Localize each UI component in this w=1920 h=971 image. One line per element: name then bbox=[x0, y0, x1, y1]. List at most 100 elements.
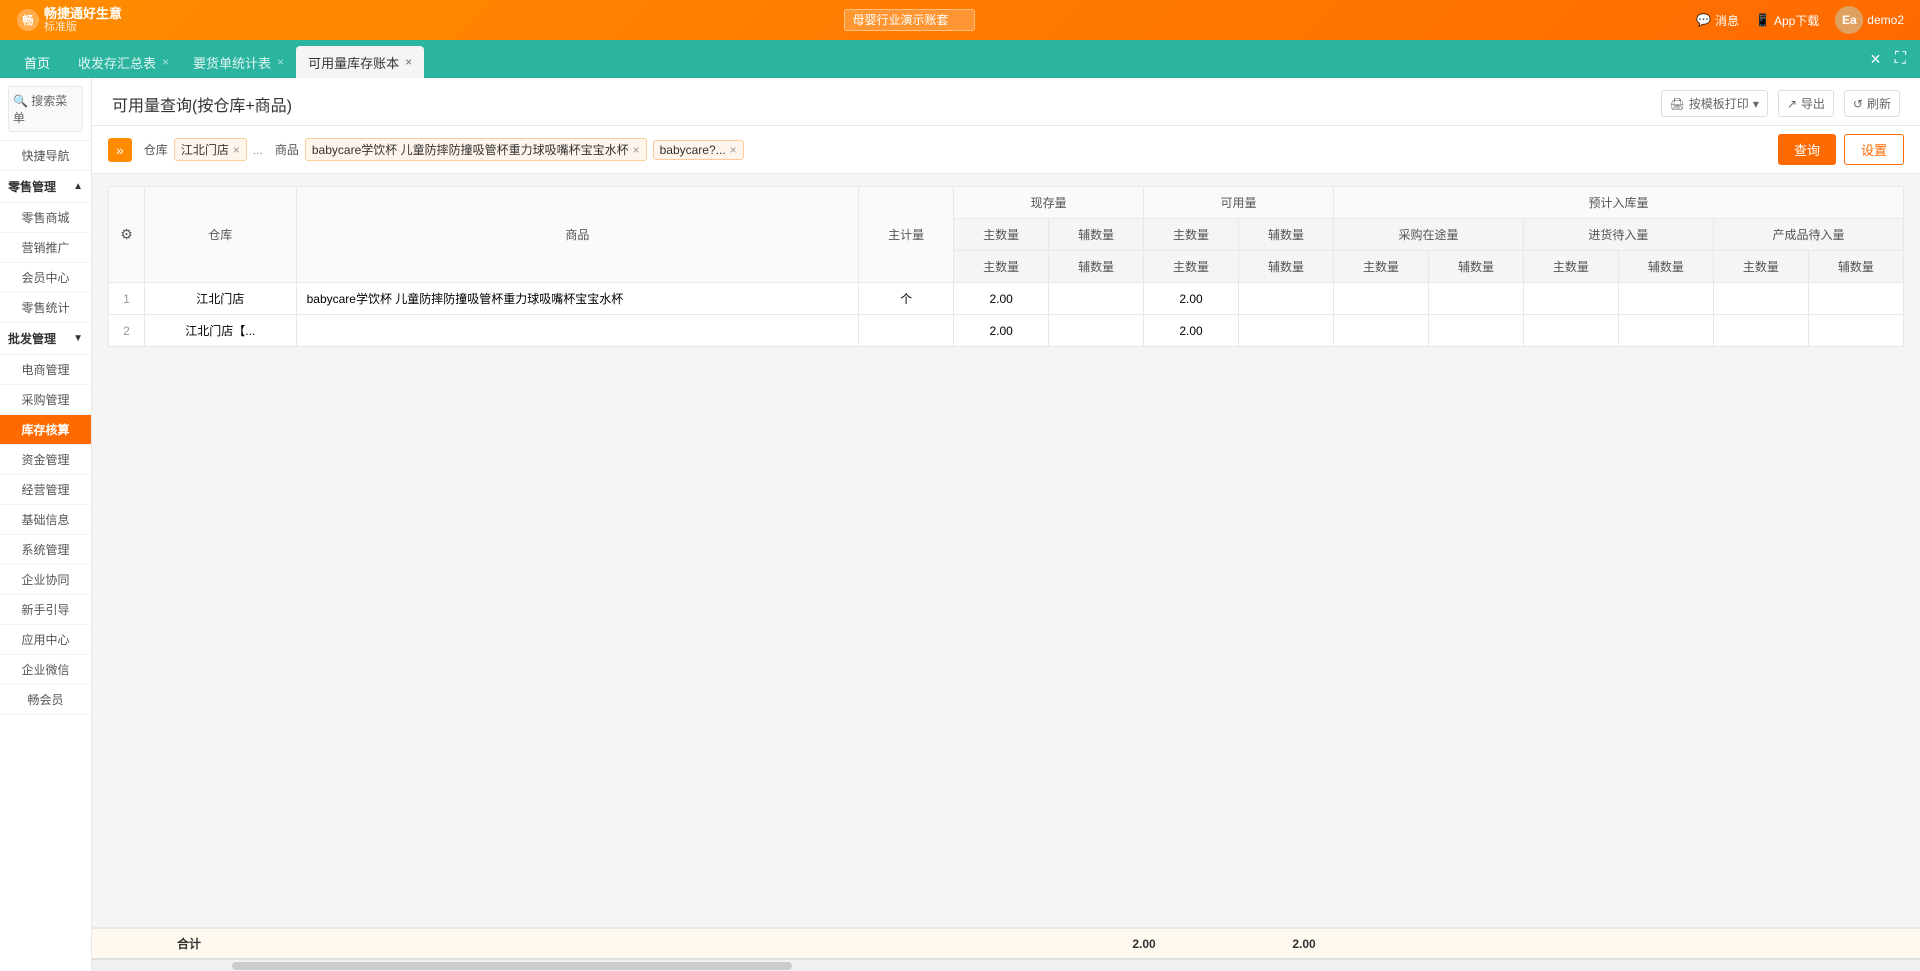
content-area: 可用量查询(按仓库+商品) 🖨 按模板打印 ▾ ↗ 导出 ↺ 刷新 » bbox=[92, 78, 1920, 971]
logo-area: 畅 畅捷通好生意 标准版 bbox=[16, 7, 122, 33]
user-area[interactable]: Ea demo2 bbox=[1835, 6, 1904, 34]
col-goods-header: 商品 bbox=[296, 187, 859, 283]
tab-yaohuo[interactable]: 要货单统计表 × bbox=[181, 46, 296, 78]
col-avail-aux-header: 辅数量 bbox=[1239, 219, 1334, 251]
goods-tag-2[interactable]: babycare?... × bbox=[653, 140, 744, 160]
row-pa-main-1 bbox=[1523, 315, 1618, 347]
goods-tag1-close[interactable]: × bbox=[633, 143, 640, 157]
goods-tag2-close[interactable]: × bbox=[730, 143, 737, 157]
sidebar-item-finance[interactable]: 资金管理 bbox=[0, 445, 91, 475]
col-current-stock-header: 现存量 bbox=[954, 187, 1144, 219]
col-settings-header[interactable]: ⚙ bbox=[109, 187, 145, 283]
row-main-unit-0: 个 bbox=[859, 283, 954, 315]
query-btn[interactable]: 查询 bbox=[1778, 134, 1836, 165]
table-container[interactable]: ⚙ 仓库 商品 主计量 现存量 可用量 预计入库量 主数量 辅数量 主数量 辅数… bbox=[92, 174, 1920, 927]
col-stock-main-sub: 主数量 bbox=[954, 251, 1049, 283]
col-avail-main-sub: 主数量 bbox=[1144, 251, 1239, 283]
goods-tag-1[interactable]: babycare学饮杯 儿童防摔防撞吸管杯重力球吸嘴杯宝宝水杯 × bbox=[305, 138, 647, 161]
sidebar-item-newbie[interactable]: 新手引导 bbox=[0, 595, 91, 625]
sidebar-item-retail-mall[interactable]: 零售商城 bbox=[0, 203, 91, 233]
app-download-btn[interactable]: 📱 App下载 bbox=[1755, 12, 1819, 29]
table-body: 1 江北门店 babycare学饮杯 儿童防摔防撞吸管杯重力球吸嘴杯宝宝水杯 个… bbox=[109, 283, 1904, 347]
col-planned-in-header: 预计入库量 bbox=[1334, 187, 1904, 219]
export-btn[interactable]: ↗ 导出 bbox=[1778, 90, 1834, 117]
sidebar-item-enterprise-wechat[interactable]: 企业微信 bbox=[0, 655, 91, 685]
sidebar-section-retail-mgmt[interactable]: 零售管理 ▲ bbox=[0, 171, 91, 203]
sidebar-item-app-center[interactable]: 应用中心 bbox=[0, 625, 91, 655]
print-icon: 🖨 bbox=[1670, 97, 1685, 111]
warehouse-filter-label: 仓库 bbox=[144, 141, 168, 158]
col-pra-main: 主数量 bbox=[1713, 251, 1808, 283]
sidebar-item-member[interactable]: 会员中心 bbox=[0, 263, 91, 293]
expand-tab-btn[interactable]: ⛶ bbox=[1889, 50, 1912, 68]
footer-stock-main: 2.00 bbox=[1104, 937, 1184, 951]
tab-shoufashou[interactable]: 收发存汇总表 × bbox=[66, 46, 181, 78]
sidebar-item-marketing[interactable]: 营销推广 bbox=[0, 233, 91, 263]
avatar: Ea bbox=[1835, 6, 1863, 34]
scroll-thumb[interactable] bbox=[232, 962, 792, 970]
row-avail-aux-0 bbox=[1239, 283, 1334, 315]
chevron-up-icon: ▲ bbox=[73, 181, 83, 192]
export-icon: ↗ bbox=[1787, 97, 1797, 111]
row-stock-aux-0 bbox=[1049, 283, 1144, 315]
footer-total-label: 合计 bbox=[144, 935, 224, 952]
sidebar-item-basic-info[interactable]: 基础信息 bbox=[0, 505, 91, 535]
refresh-btn[interactable]: ↺ 刷新 bbox=[1844, 90, 1900, 117]
row-pa-aux-0 bbox=[1618, 283, 1713, 315]
row-stock-main-0: 2.00 bbox=[954, 283, 1049, 315]
close-all-tabs-btn[interactable]: × bbox=[1862, 49, 1889, 70]
sidebar-search-area[interactable]: 🔍 搜索菜单 bbox=[0, 78, 91, 141]
template-print-btn[interactable]: 🖨 按模板打印 ▾ bbox=[1661, 90, 1768, 117]
sidebar-item-system[interactable]: 系统管理 bbox=[0, 535, 91, 565]
tab-close-yaohuo[interactable]: × bbox=[277, 55, 284, 69]
filter-toggle-btn[interactable]: » bbox=[108, 138, 132, 162]
row-pra-main-1 bbox=[1713, 315, 1808, 347]
svg-text:畅: 畅 bbox=[23, 13, 34, 27]
sidebar-item-member-vip[interactable]: 畅会员 bbox=[0, 685, 91, 715]
row-avail-aux-1 bbox=[1239, 315, 1334, 347]
message-btn[interactable]: 💬 消息 bbox=[1696, 12, 1739, 29]
warehouse-tag[interactable]: 江北门店 × bbox=[174, 138, 247, 161]
sidebar-item-purchase[interactable]: 采购管理 bbox=[0, 385, 91, 415]
tab-close-shoufashou[interactable]: × bbox=[162, 55, 169, 69]
tab-home[interactable]: 首页 bbox=[8, 46, 66, 78]
sidebar-section-wholesale[interactable]: 批发管理 ▼ bbox=[0, 323, 91, 355]
workspace-selector[interactable]: 母婴行业演示账套 bbox=[844, 9, 975, 31]
sidebar-item-quick-nav[interactable]: 快捷导航 bbox=[0, 141, 91, 171]
sidebar-item-enterprise[interactable]: 企业协同 bbox=[0, 565, 91, 595]
refresh-icon: ↺ bbox=[1853, 97, 1863, 111]
top-bar: 畅 畅捷通好生意 标准版 母婴行业演示账套 💬 消息 📱 App下载 Ea de… bbox=[0, 0, 1920, 40]
inventory-table: ⚙ 仓库 商品 主计量 现存量 可用量 预计入库量 主数量 辅数量 主数量 辅数… bbox=[108, 186, 1904, 347]
main-layout: 🔍 搜索菜单 快捷导航 零售管理 ▲ 零售商城 营销推广 会员中心 零售统计 批… bbox=[0, 78, 1920, 971]
tab-close-kuyun[interactable]: × bbox=[405, 55, 412, 69]
row-warehouse-1: 江北门店【... bbox=[145, 315, 297, 347]
settings-gear-icon[interactable]: ⚙ bbox=[120, 226, 133, 242]
row-avail-main-0: 2.00 bbox=[1144, 283, 1239, 315]
sidebar-item-operations[interactable]: 经营管理 bbox=[0, 475, 91, 505]
horizontal-scrollbar[interactable] bbox=[92, 959, 1920, 971]
sidebar-search-btn[interactable]: 🔍 搜索菜单 bbox=[8, 86, 83, 132]
col-purchase-arriving-header: 进货待入量 bbox=[1523, 219, 1713, 251]
row-pt-aux-0 bbox=[1428, 283, 1523, 315]
row-avail-main-1: 2.00 bbox=[1144, 315, 1239, 347]
page-actions: 🖨 按模板打印 ▾ ↗ 导出 ↺ 刷新 bbox=[1661, 90, 1900, 117]
row-stock-aux-1 bbox=[1049, 315, 1144, 347]
warehouse-ellipsis[interactable]: ... bbox=[253, 143, 263, 157]
page-title: 可用量查询(按仓库+商品) bbox=[112, 92, 292, 116]
col-warehouse-header: 仓库 bbox=[145, 187, 297, 283]
row-main-unit-1 bbox=[859, 315, 954, 347]
col-avail-aux-sub: 辅数量 bbox=[1239, 251, 1334, 283]
table-row: 2 江北门店【... 2.00 2.00 bbox=[109, 315, 1904, 347]
workspace-area[interactable]: 母婴行业演示账套 bbox=[844, 9, 975, 31]
row-goods-1 bbox=[296, 315, 859, 347]
sidebar-item-inventory[interactable]: 库存核算 bbox=[0, 415, 91, 445]
settings-btn[interactable]: 设置 bbox=[1844, 134, 1904, 165]
sidebar-item-retail-stats[interactable]: 零售统计 bbox=[0, 293, 91, 323]
row-pra-main-0 bbox=[1713, 283, 1808, 315]
filter-bar: » 仓库 江北门店 × ... 商品 babycare学饮杯 儿童防摔防撞吸管杯… bbox=[92, 126, 1920, 174]
sidebar-item-ecommerce[interactable]: 电商管理 bbox=[0, 355, 91, 385]
tab-kuyun[interactable]: 可用量库存账本 × bbox=[296, 46, 424, 78]
warehouse-tag-close[interactable]: × bbox=[233, 143, 240, 157]
filter-action-btns: 查询 设置 bbox=[1778, 134, 1904, 165]
top-right-actions: 💬 消息 📱 App下载 Ea demo2 bbox=[1696, 6, 1904, 34]
